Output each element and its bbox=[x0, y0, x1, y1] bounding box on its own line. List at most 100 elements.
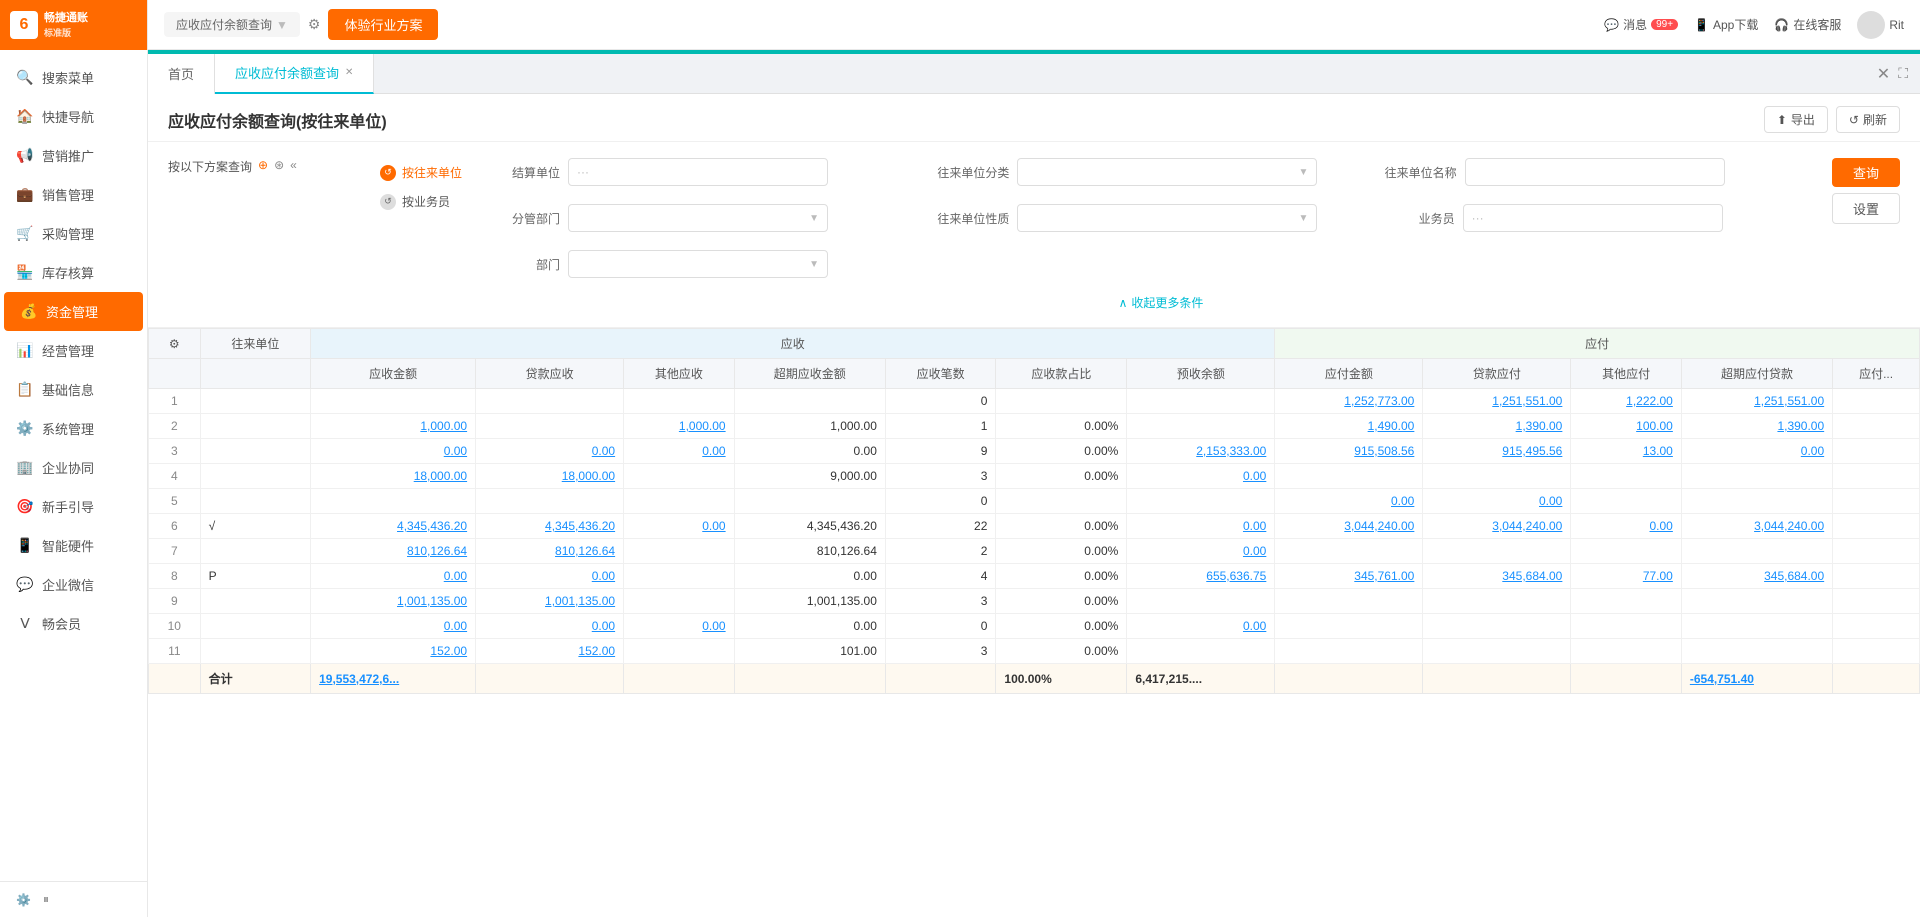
window-expand-icon[interactable]: ⛶ bbox=[1898, 65, 1908, 82]
wanglai-nature-input[interactable]: ▼ bbox=[1017, 204, 1317, 232]
add-scheme-icon[interactable]: ⊕ bbox=[258, 158, 268, 172]
wanglai-category-input[interactable]: ▼ bbox=[1017, 158, 1317, 186]
cell-other-yingfu[interactable]: 13.00 bbox=[1571, 439, 1682, 464]
cell-daikuan-yingshou[interactable]: 0.00 bbox=[476, 564, 624, 589]
sidebar-item-sales[interactable]: 💼 销售管理 bbox=[0, 175, 147, 214]
scheme-by-salesperson[interactable]: ↺ 按业务员 bbox=[368, 187, 474, 216]
sidebar-item-guide[interactable]: 🎯 新手引导 bbox=[0, 487, 147, 526]
online-service-btn[interactable]: 🎧 在线客服 bbox=[1774, 16, 1841, 33]
sidebar-item-wechat[interactable]: 💬 企业微信 bbox=[0, 565, 147, 604]
cell-daikuan-yingshou[interactable]: 1,001,135.00 bbox=[476, 589, 624, 614]
cell-yingfu-amount[interactable]: 3,044,240.00 bbox=[1275, 514, 1423, 539]
table-row: 11152.00152.00101.0030.00% bbox=[149, 639, 1920, 664]
sidebar-item-marketing[interactable]: 📢 营销推广 bbox=[0, 136, 147, 175]
cell-daikuan-yingfu[interactable]: 345,684.00 bbox=[1423, 564, 1571, 589]
setting-button[interactable]: 设置 bbox=[1832, 193, 1900, 224]
cell-prepaid-balance[interactable]: 0.00 bbox=[1127, 539, 1275, 564]
settings-icon[interactable]: ⚙ bbox=[308, 16, 321, 33]
collapse-icon[interactable]: ⏸ bbox=[43, 892, 49, 907]
cell-overdue-yingfu[interactable]: 1,251,551.00 bbox=[1681, 389, 1832, 414]
cell-daikuan-yingshou[interactable]: 0.00 bbox=[476, 439, 624, 464]
sidebar-item-finance[interactable]: 💰 资金管理 bbox=[4, 292, 143, 331]
cell-yingshou-amount[interactable]: 810,126.64 bbox=[311, 539, 476, 564]
cell-daikuan-yingfu[interactable]: 1,390.00 bbox=[1423, 414, 1571, 439]
cell-prepaid-balance[interactable]: 2,153,333.00 bbox=[1127, 439, 1275, 464]
sidebar-item-quicknav[interactable]: 🏠 快捷导航 bbox=[0, 97, 147, 136]
export-button[interactable]: ⬆ 导出 bbox=[1764, 106, 1828, 133]
cell-other-yingshou[interactable]: 0.00 bbox=[624, 514, 735, 539]
cell-other-yingfu[interactable]: 100.00 bbox=[1571, 414, 1682, 439]
cell-daikuan-yingfu[interactable]: 0.00 bbox=[1423, 489, 1571, 514]
cell-yingshou-amount[interactable]: 1,001,135.00 bbox=[311, 589, 476, 614]
cell-yingshou-amount[interactable]: 0.00 bbox=[311, 564, 476, 589]
cell-other-yingfu[interactable]: 1,222.00 bbox=[1571, 389, 1682, 414]
messages-btn[interactable]: 💬 消息 99+ bbox=[1604, 16, 1678, 33]
user-menu[interactable]: Rit bbox=[1857, 11, 1904, 39]
scheme-by-unit[interactable]: ↺ 按往来单位 bbox=[368, 158, 474, 187]
tab-close-icon[interactable]: ✕ bbox=[345, 67, 353, 78]
wanglai-name-input[interactable] bbox=[1465, 158, 1725, 186]
cell-other-yingshou[interactable]: 1,000.00 bbox=[624, 414, 735, 439]
sidebar-item-enterprise[interactable]: 🏢 企业协同 bbox=[0, 448, 147, 487]
cell-daikuan-yingshou[interactable]: 4,345,436.20 bbox=[476, 514, 624, 539]
tab-receivable[interactable]: 应收应付余额查询 ✕ bbox=[215, 54, 374, 94]
cell-other-yingshou[interactable]: 0.00 bbox=[624, 439, 735, 464]
settings-gear-icon[interactable]: ⚙ bbox=[169, 337, 180, 351]
cell-yingfu-amount[interactable]: 1,252,773.00 bbox=[1275, 389, 1423, 414]
sidebar-item-system[interactable]: ⚙️ 系统管理 bbox=[0, 409, 147, 448]
breadcrumb[interactable]: 应收应付余额查询 ▼ bbox=[164, 12, 300, 37]
cell-yingfu-amount[interactable]: 1,490.00 bbox=[1275, 414, 1423, 439]
cell-daikuan-yingfu[interactable]: 3,044,240.00 bbox=[1423, 514, 1571, 539]
scheme-settings-icon[interactable]: ⊛ bbox=[274, 158, 284, 172]
collapse-btn[interactable]: ∧ 收起更多条件 bbox=[1111, 290, 1212, 315]
footer-overdue-yingfu[interactable]: -654,751.40 bbox=[1681, 664, 1832, 694]
sidebar-item-warehouse[interactable]: 🏪 库存核算 bbox=[0, 253, 147, 292]
fenguan-input[interactable]: ▼ bbox=[568, 204, 828, 232]
jiesuan-input[interactable]: ··· bbox=[568, 158, 828, 186]
cell-prepaid-balance[interactable]: 0.00 bbox=[1127, 514, 1275, 539]
cell-other-yingfu[interactable]: 77.00 bbox=[1571, 564, 1682, 589]
cell-yingshou-amount[interactable]: 18,000.00 bbox=[311, 464, 476, 489]
tab-home[interactable]: 首页 bbox=[148, 54, 215, 94]
cell-prepaid-balance[interactable]: 0.00 bbox=[1127, 614, 1275, 639]
cell-yingfu-amount[interactable]: 915,508.56 bbox=[1275, 439, 1423, 464]
cell-yingshou-amount[interactable]: 0.00 bbox=[311, 439, 476, 464]
cell-daikuan-yingshou[interactable]: 810,126.64 bbox=[476, 539, 624, 564]
gear-icon[interactable]: ⚙️ bbox=[16, 893, 31, 907]
query-button[interactable]: 查询 bbox=[1832, 158, 1900, 187]
cell-yingshou-amount[interactable]: 4,345,436.20 bbox=[311, 514, 476, 539]
cell-daikuan-yingfu[interactable]: 1,251,551.00 bbox=[1423, 389, 1571, 414]
cell-overdue-yingfu[interactable]: 345,684.00 bbox=[1681, 564, 1832, 589]
cell-yingfu-amount[interactable]: 345,761.00 bbox=[1275, 564, 1423, 589]
cell-overdue-yingfu[interactable]: 3,044,240.00 bbox=[1681, 514, 1832, 539]
window-close-icon[interactable]: ✕ bbox=[1877, 64, 1890, 84]
sidebar-item-hardware[interactable]: 📱 智能硬件 bbox=[0, 526, 147, 565]
cell-prepaid-balance[interactable]: 655,636.75 bbox=[1127, 564, 1275, 589]
cell-yingshou-amount[interactable]: 152.00 bbox=[311, 639, 476, 664]
industry-plan-button[interactable]: 体验行业方案 bbox=[328, 9, 438, 40]
sidebar-item-vip[interactable]: Ⅴ 畅会员 bbox=[0, 604, 147, 643]
sidebar-item-search[interactable]: 🔍 搜索菜单 bbox=[0, 58, 147, 97]
cell-other-yingfu[interactable]: 0.00 bbox=[1571, 514, 1682, 539]
cell-daikuan-yingfu[interactable]: 915,495.56 bbox=[1423, 439, 1571, 464]
cell-overdue-yingfu[interactable]: 1,390.00 bbox=[1681, 414, 1832, 439]
salesperson-input[interactable]: ··· bbox=[1463, 204, 1723, 232]
sidebar-item-purchase[interactable]: 🛒 采购管理 bbox=[0, 214, 147, 253]
app-download-btn[interactable]: 📱 App下载 bbox=[1694, 16, 1758, 33]
cell-daikuan-yingshou[interactable]: 0.00 bbox=[476, 614, 624, 639]
cell-overdue-yingfu[interactable]: 0.00 bbox=[1681, 439, 1832, 464]
filter-label: 按以下方案查询 bbox=[168, 158, 252, 175]
cell-yingshou-amount[interactable]: 0.00 bbox=[311, 614, 476, 639]
sidebar-item-basic[interactable]: 📋 基础信息 bbox=[0, 370, 147, 409]
dept-input[interactable]: ▼ bbox=[568, 250, 828, 278]
cell-prepaid-balance[interactable]: 0.00 bbox=[1127, 464, 1275, 489]
cell-yingfu-amount[interactable]: 0.00 bbox=[1275, 489, 1423, 514]
cell-daikuan-yingshou[interactable]: 18,000.00 bbox=[476, 464, 624, 489]
collapse-scheme-icon[interactable]: « bbox=[290, 158, 297, 172]
cell-daikuan-yingshou[interactable]: 152.00 bbox=[476, 639, 624, 664]
cell-yingshou-amount[interactable]: 1,000.00 bbox=[311, 414, 476, 439]
sidebar-item-operation[interactable]: 📊 经营管理 bbox=[0, 331, 147, 370]
refresh-button[interactable]: ↺ 刷新 bbox=[1836, 106, 1900, 133]
cell-other-yingshou[interactable]: 0.00 bbox=[624, 614, 735, 639]
footer-yingshou-total[interactable]: 19,553,472,6... bbox=[311, 664, 476, 694]
